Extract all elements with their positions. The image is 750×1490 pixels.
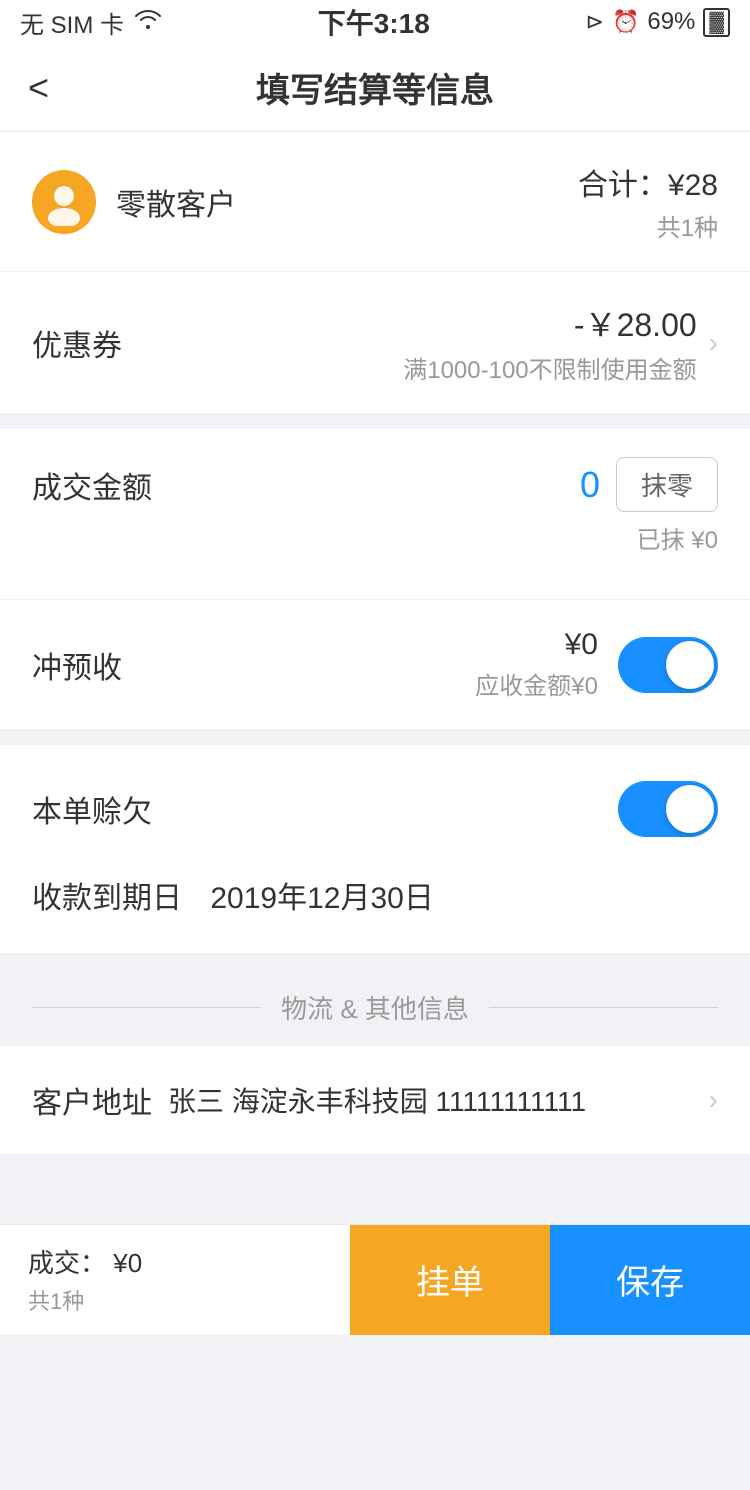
amount-row: 成交金额 0 抹零 bbox=[32, 457, 718, 512]
debt-toggle-knob bbox=[666, 785, 714, 833]
debt-section: 本单赊欠 收款到期日 2019年12月30日 bbox=[0, 745, 750, 953]
advance-amount-info: ¥0 应收金额¥0 bbox=[475, 628, 598, 701]
coupon-info: -￥28.00 满1000-100不限制使用金额 bbox=[403, 300, 696, 385]
status-left: 无 SIM 卡 bbox=[20, 5, 162, 40]
amount-value: 0 bbox=[540, 464, 600, 506]
due-date-label: 收款到期日 bbox=[32, 882, 182, 915]
debt-toggle[interactable] bbox=[618, 781, 718, 837]
divider-line-right bbox=[489, 1007, 718, 1008]
save-button[interactable]: 保存 bbox=[550, 1225, 750, 1335]
amount-sub: 已抹 ¥0 bbox=[32, 520, 718, 555]
carrier-text: 无 SIM 卡 bbox=[20, 5, 124, 40]
avatar bbox=[32, 170, 96, 234]
due-date-row: 收款到期日 2019年12月30日 bbox=[0, 873, 750, 953]
address-row[interactable]: 客户地址 张三 海淀永丰科技园 11111111111 › bbox=[0, 1046, 750, 1154]
debt-label: 本单赊欠 bbox=[32, 787, 152, 831]
coupon-discount: -￥28.00 bbox=[403, 300, 696, 346]
coupon-desc: 满1000-100不限制使用金额 bbox=[403, 350, 696, 385]
bottom-transaction: 成交： ¥0 bbox=[28, 1243, 322, 1280]
transaction-section: 成交金额 0 抹零 已抹 ¥0 冲预收 ¥0 应收金额¥0 bbox=[0, 429, 750, 729]
bottom-info: 成交： ¥0 共1种 bbox=[0, 1243, 350, 1316]
nav-bar: < 填写结算等信息 bbox=[0, 44, 750, 132]
divider-line-left bbox=[32, 1007, 261, 1008]
status-bar: 无 SIM 卡 下午3:18 ⊳ ⏰ 69% ▓ bbox=[0, 0, 750, 44]
due-date-value: 2019年12月30日 bbox=[210, 882, 433, 915]
round-zero-button[interactable]: 抹零 bbox=[616, 457, 718, 512]
back-button[interactable]: < bbox=[28, 67, 49, 109]
bottom-transaction-value: ¥0 bbox=[113, 1248, 142, 1278]
location-icon: ⊳ bbox=[586, 9, 604, 35]
logistics-label: 物流 & 其他信息 bbox=[281, 989, 469, 1026]
save-label: 保存 bbox=[616, 1255, 684, 1304]
battery-text: 69% bbox=[647, 8, 695, 36]
toggle-knob bbox=[666, 641, 714, 689]
battery-icon: ▓ bbox=[703, 8, 730, 37]
debt-row: 本单赊欠 bbox=[0, 745, 750, 873]
wifi-icon bbox=[134, 8, 162, 36]
bottom-transaction-label: 成交： bbox=[28, 1248, 106, 1278]
page-title: 填写结算等信息 bbox=[256, 63, 494, 112]
alarm-icon: ⏰ bbox=[612, 9, 639, 35]
customer-row: 零散客户 合计：¥28 共1种 bbox=[0, 132, 750, 271]
coupon-right: -￥28.00 满1000-100不限制使用金额 › bbox=[403, 300, 718, 385]
amount-section: 成交金额 0 抹零 已抹 ¥0 bbox=[0, 429, 750, 583]
customer-name: 零散客户 bbox=[116, 180, 236, 224]
chevron-right-icon: › bbox=[709, 327, 718, 359]
advance-main: ¥0 bbox=[475, 628, 598, 662]
status-right: ⊳ ⏰ 69% ▓ bbox=[586, 8, 730, 37]
advance-sub: 应收金额¥0 bbox=[475, 666, 598, 701]
advance-right: ¥0 应收金额¥0 bbox=[475, 628, 718, 701]
coupon-label: 优惠券 bbox=[32, 321, 122, 365]
pending-button[interactable]: 挂单 bbox=[350, 1225, 550, 1335]
customer-summary: 合计：¥28 共1种 bbox=[578, 160, 718, 243]
amount-right: 0 抹零 bbox=[540, 457, 718, 512]
pending-label: 挂单 bbox=[416, 1255, 484, 1304]
bottom-count: 共1种 bbox=[28, 1284, 322, 1316]
bottom-bar: 成交： ¥0 共1种 挂单 保存 bbox=[0, 1224, 750, 1334]
customer-section: 零散客户 合计：¥28 共1种 优惠券 -￥28.00 满1000-100不限制… bbox=[0, 132, 750, 413]
coupon-row[interactable]: 优惠券 -￥28.00 满1000-100不限制使用金额 › bbox=[0, 271, 750, 413]
time-text: 下午3:18 bbox=[318, 2, 430, 42]
customer-count: 共1种 bbox=[578, 208, 718, 243]
logistics-divider: 物流 & 其他信息 bbox=[0, 969, 750, 1046]
address-value: 张三 海淀永丰科技园 11111111111 bbox=[168, 1080, 697, 1120]
address-chevron-icon: › bbox=[709, 1084, 718, 1116]
customer-total: 合计：¥28 bbox=[578, 160, 718, 204]
advance-row: 冲预收 ¥0 应收金额¥0 bbox=[0, 599, 750, 729]
address-section: 客户地址 张三 海淀永丰科技园 11111111111 › bbox=[0, 1046, 750, 1154]
advance-toggle[interactable] bbox=[618, 637, 718, 693]
advance-label: 冲预收 bbox=[32, 643, 122, 687]
address-label: 客户地址 bbox=[32, 1078, 152, 1122]
customer-left: 零散客户 bbox=[32, 170, 236, 234]
amount-label: 成交金额 bbox=[32, 463, 152, 507]
